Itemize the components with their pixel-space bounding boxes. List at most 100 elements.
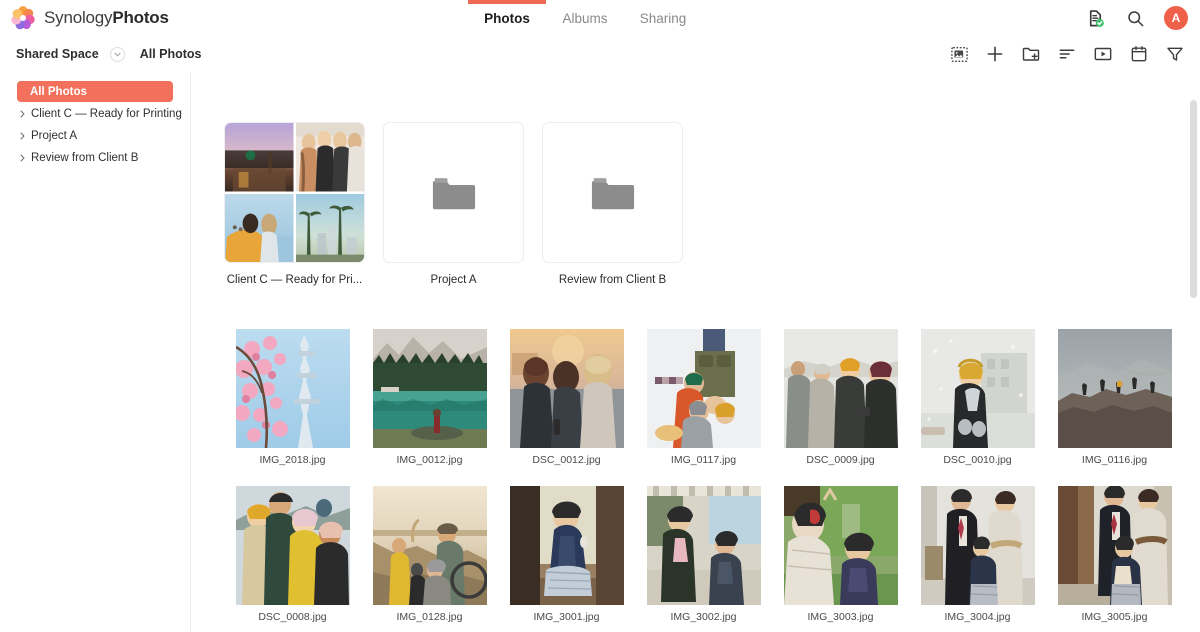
sidebar-item-client-c-label: Client C — Ready for Printing [31,107,182,120]
photo-thumbnail[interactable] [224,329,361,448]
photo-thumbnail[interactable] [361,329,498,448]
sidebar: All Photos Client C — Ready for Printing… [0,72,191,632]
photo-cell[interactable]: DSC_0010.jpg [909,329,1046,486]
photo-thumbnail[interactable] [635,486,772,605]
sort-button[interactable] [1054,41,1080,67]
photo-thumbnail[interactable] [909,486,1046,605]
sidebar-item-project-a-label: Project A [31,129,78,142]
photo-filename: IMG_0128.jpg [396,611,463,623]
chevron-right-icon[interactable] [17,110,27,118]
photo-filename: DSC_0008.jpg [258,611,327,623]
photo-filename: IMG_0116.jpg [1081,454,1148,466]
photo-thumbnail[interactable] [772,329,909,448]
brand[interactable]: SynologyPhotos [0,5,169,31]
photo-cell[interactable]: IMG_3005.jpg [1046,486,1183,632]
chevron-right-icon[interactable] [17,154,27,162]
photo-cell[interactable]: IMG_0117.jpg [635,329,772,486]
folder-icon [431,173,477,213]
avatar[interactable]: A [1164,6,1188,30]
tab-photos[interactable]: Photos [468,0,546,36]
photo-cell[interactable]: DSC_0008.jpg [224,486,361,632]
folder-card-project-a[interactable]: Project A [383,122,524,286]
photo-thumbnail[interactable] [361,486,498,605]
add-button[interactable] [982,41,1008,67]
brand-name-bold: Photos [112,8,169,27]
photo-cell[interactable]: IMG_0128.jpg [361,486,498,632]
mosaic-tile [295,123,364,192]
photo-filename: IMG_0117.jpg [670,454,737,466]
sidebar-item-all-photos-label: All Photos [30,85,87,98]
avatar-initial: A [1171,11,1181,25]
chevron-down-icon[interactable] [109,46,125,62]
toolbar-actions [946,36,1188,72]
folder-name-project-a: Project A [430,274,477,286]
mosaic-tile [295,193,364,262]
photo-thumbnail[interactable] [224,486,361,605]
photo-thumbnail[interactable] [772,486,909,605]
sidebar-item-review-client-b[interactable]: Review from Client B [17,147,173,168]
filter-button[interactable] [1162,41,1188,67]
photo-cell[interactable]: DSC_0009.jpg [772,329,909,486]
photo-cell[interactable]: IMG_3002.jpg [635,486,772,632]
photo-filename: IMG_2018.jpg [259,454,326,466]
breadcrumb-all-photos[interactable]: All Photos [140,47,202,61]
breadcrumb: Shared Space All Photos [0,46,202,62]
folder-thumbnail [224,122,365,263]
tab-sharing-label: Sharing [639,10,687,26]
photo-filename: IMG_3001.jpg [533,611,600,623]
photo-filename: IMG_3005.jpg [1081,611,1148,623]
folder-icon [590,173,636,213]
folder-name-review-client-b: Review from Client B [558,274,667,286]
photo-filename: DSC_0012.jpg [532,454,601,466]
folder-thumbnail [542,122,683,263]
photo-thumbnail[interactable] [498,486,635,605]
chevron-right-icon[interactable] [17,132,27,140]
tab-albums-label: Albums [562,10,608,26]
sidebar-item-project-a[interactable]: Project A [17,125,173,146]
mosaic-tile [225,193,294,262]
tab-photos-label: Photos [484,10,530,26]
slideshow-button[interactable] [1090,41,1116,67]
photo-cell[interactable]: IMG_3001.jpg [498,486,635,632]
toolbar: Shared Space All Photos [0,36,1200,72]
photo-thumbnail[interactable] [1046,486,1183,605]
folder-thumbnail [383,122,524,263]
vertical-scrollbar[interactable] [1190,100,1197,298]
mosaic-tile [225,123,294,192]
sidebar-item-client-c[interactable]: Client C — Ready for Printing [17,103,182,124]
folder-mosaic [225,123,364,262]
new-folder-button[interactable] [1018,41,1044,67]
header-actions: A [1084,0,1188,36]
photo-filename: IMG_3004.jpg [944,611,1011,623]
select-photos-button[interactable] [946,41,972,67]
tab-sharing[interactable]: Sharing [624,0,702,36]
photo-cell[interactable]: IMG_0116.jpg [1046,329,1183,486]
folder-card-review-client-b[interactable]: Review from Client B [542,122,683,286]
app-body: All Photos Client C — Ready for Printing… [0,72,1200,632]
folder-card-client-c[interactable]: Client C — Ready for Pri... [224,122,365,286]
sidebar-item-review-client-b-label: Review from Client B [31,151,139,164]
search-icon[interactable] [1124,7,1146,29]
photo-cell[interactable]: IMG_3003.jpg [772,486,909,632]
tab-albums[interactable]: Albums [546,0,624,36]
photo-cell[interactable]: IMG_2018.jpg [224,329,361,486]
photo-filename: DSC_0010.jpg [943,454,1012,466]
photo-cell[interactable]: DSC_0012.jpg [498,329,635,486]
photo-cell[interactable]: IMG_0012.jpg [361,329,498,486]
breadcrumb-shared-space[interactable]: Shared Space [16,47,99,61]
photo-cell[interactable]: IMG_3004.jpg [909,486,1046,632]
photo-thumbnail[interactable] [909,329,1046,448]
photo-thumbnail[interactable] [1046,329,1183,448]
photo-thumbnail[interactable] [498,329,635,448]
photo-filename: IMG_3002.jpg [670,611,737,623]
photo-thumbnail[interactable] [635,329,772,448]
synology-photos-logo-icon [10,5,36,31]
backup-status-icon[interactable] [1084,7,1106,29]
calendar-button[interactable] [1126,41,1152,67]
photo-grid: IMG_2018.jpg IMG_0012.jpg DSC_0012.jpg I… [224,329,1200,632]
brand-name-light: Synology [44,8,113,27]
main-tabs: Photos Albums Sharing [468,0,702,36]
photo-filename: IMG_0012.jpg [396,454,463,466]
sidebar-item-all-photos[interactable]: All Photos [17,81,173,102]
folder-row: Client C — Ready for Pri... Project A Re… [224,72,1200,286]
